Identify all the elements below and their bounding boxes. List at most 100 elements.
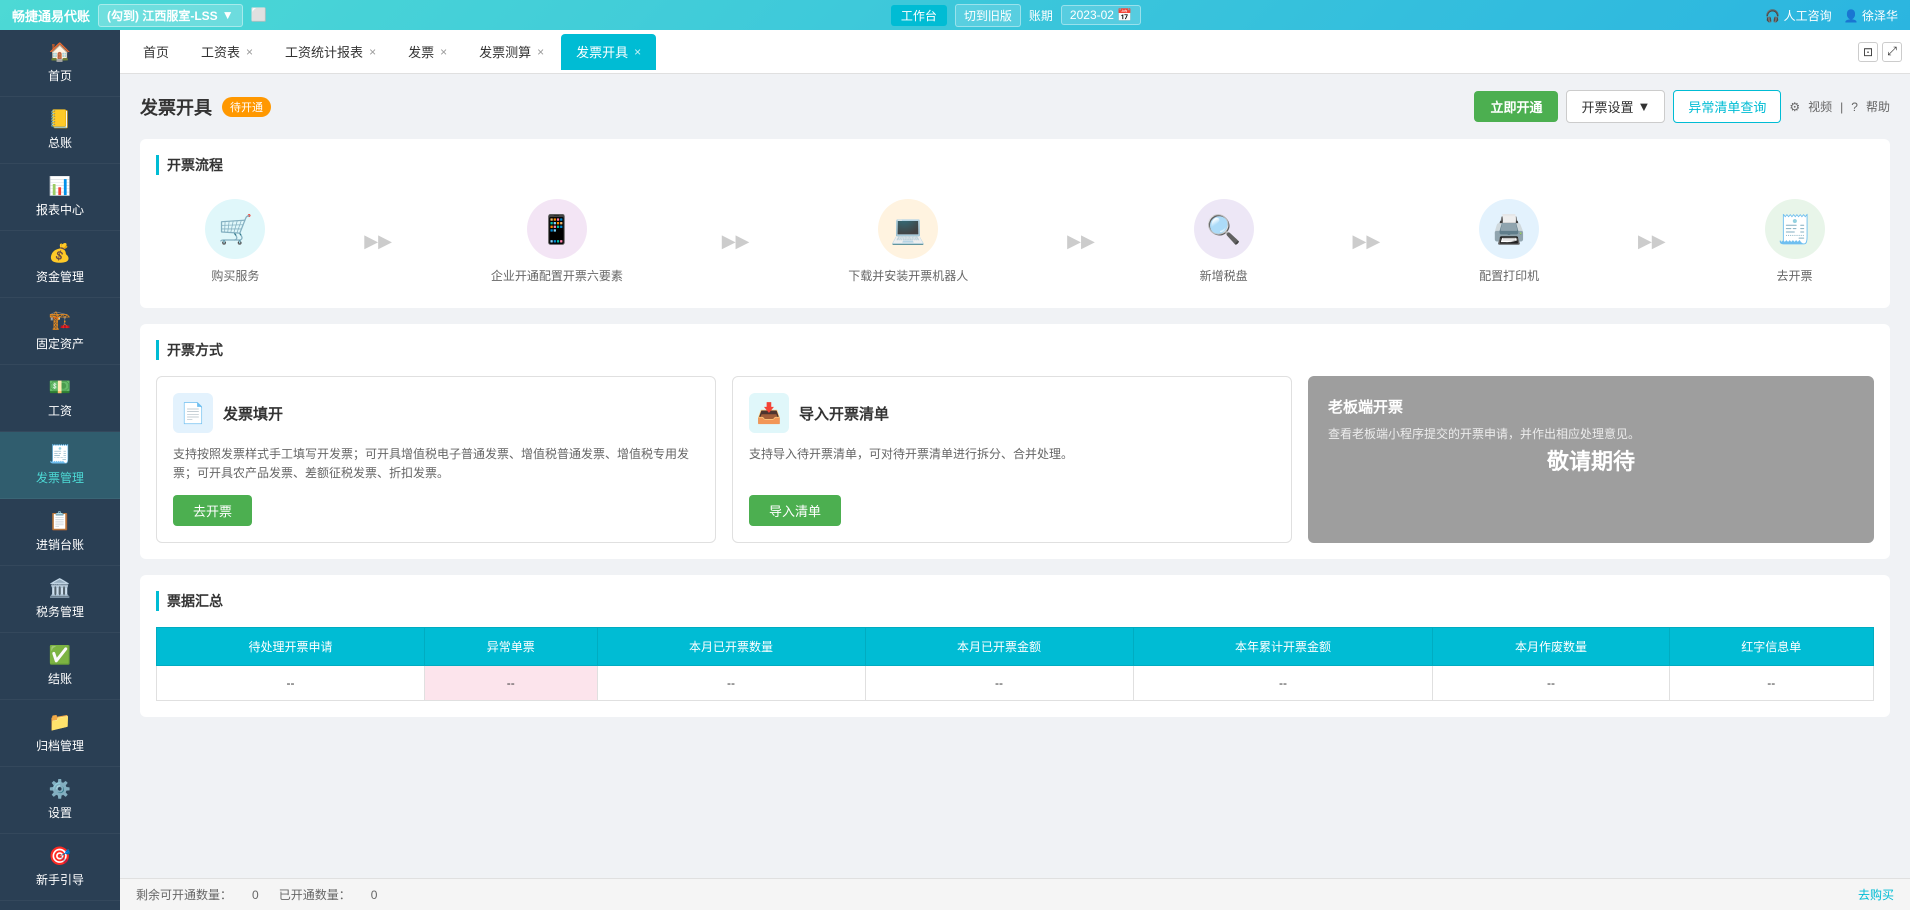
sidebar-item-member[interactable]: 👑 畅会员 [0, 901, 120, 910]
ledger-icon: 📒 [49, 109, 71, 130]
tab-salary-report[interactable]: 工资统计报表 × [270, 34, 391, 70]
workflow-icon-tax-disk: 🔍 [1194, 199, 1254, 259]
invoice-methods: 📄 发票填开 支持按照发票样式手工填写开发票；可开具增值税电子普通发票、增值税普… [156, 376, 1874, 543]
page-title: 发票开具 [140, 94, 212, 120]
main-layout: 🏠 首页 📒 总账 📊 报表中心 💰 资金管理 🏗️ 固定资产 💵 工资 🧾 发… [0, 30, 1910, 910]
tab-salary-table-close[interactable]: × [246, 45, 253, 59]
workflow-icon-config: 📱 [527, 199, 587, 259]
method-import-button[interactable]: 导入清单 [749, 495, 841, 526]
funds-icon: 💰 [49, 243, 71, 264]
old-platform-card: 老板端开票 查看老板端小程序提交的开票申请，并作出相应处理意见。 敬请期待 [1308, 376, 1874, 543]
method-fill-icon: 📄 [173, 393, 213, 433]
sidebar-item-reports[interactable]: 📊 报表中心 [0, 164, 120, 231]
stats-value-void-count: -- [1433, 666, 1669, 701]
sidebar-label-tax: 税务管理 [36, 603, 84, 620]
period-button[interactable]: 2023-02 📅 [1061, 5, 1141, 25]
tab-invoice-calc-close[interactable]: × [537, 45, 544, 59]
method-import-icon: 📥 [749, 393, 789, 433]
old-platform-desc: 查看老板端小程序提交的开票申请，并作出相应处理意见。 [1328, 425, 1854, 442]
workflow-icon-printer: 🖨️ [1479, 199, 1539, 259]
tab-invoice-calc-label: 发票测算 [479, 42, 531, 61]
tax-icon: 🏛️ [49, 578, 71, 599]
top-bar-center: 工作台 切到旧版 账期 2023-02 📅 [891, 4, 1141, 27]
sidebar: 🏠 首页 📒 总账 📊 报表中心 💰 资金管理 🏗️ 固定资产 💵 工资 🧾 发… [0, 30, 120, 910]
settings-icon: ⚙ [1789, 100, 1800, 114]
expand-button[interactable]: ⤢ [1882, 42, 1902, 62]
workflow-arrow-1: ▶▶ [364, 231, 392, 252]
coming-soon-label: 敬请期待 [1547, 444, 1635, 476]
stats-value-red-info: -- [1669, 666, 1873, 701]
stats-header-month-amount: 本月已开票金额 [865, 628, 1133, 666]
sidebar-item-closing[interactable]: ✅ 结账 [0, 633, 120, 700]
method-fill-desc: 支持按照发票样式手工填写开发票；可开具增值税电子普通发票、增值税普通发票、增值税… [173, 445, 699, 483]
sidebar-label-home: 首页 [48, 67, 72, 84]
restore-button[interactable]: ⊡ [1858, 42, 1878, 62]
method-fill-button[interactable]: 去开票 [173, 495, 252, 526]
app-logo: 畅捷通易代账 [12, 6, 90, 25]
tab-invoice-issue[interactable]: 发票开具 × [561, 34, 656, 70]
sidebar-label-reports: 报表中心 [36, 201, 84, 218]
tab-invoice-close[interactable]: × [440, 45, 447, 59]
calendar-icon: 📅 [1117, 8, 1132, 22]
tab-home[interactable]: 首页 [128, 34, 184, 70]
sidebar-item-ledger[interactable]: 📒 总账 [0, 97, 120, 164]
sidebar-label-invoice: 发票管理 [36, 469, 84, 486]
stats-value-month-count: -- [597, 666, 865, 701]
stats-section-title: 票据汇总 [156, 591, 1874, 611]
sidebar-item-archive[interactable]: 📁 归档管理 [0, 700, 120, 767]
tab-invoice-calc[interactable]: 发票测算 × [464, 34, 559, 70]
tab-salary-report-close[interactable]: × [369, 45, 376, 59]
method-fill-title: 发票填开 [223, 403, 283, 424]
company-selector[interactable]: (勾到) 江西服室-LSS ▼ [98, 4, 243, 27]
open-settings-button[interactable]: 开票设置 ▼ [1566, 90, 1665, 123]
consult-button[interactable]: 🎧 人工咨询 [1765, 7, 1831, 24]
sidebar-label-funds: 资金管理 [36, 268, 84, 285]
workflow-arrow-2: ▶▶ [722, 231, 750, 252]
tab-salary-table[interactable]: 工资表 × [186, 34, 268, 70]
sidebar-item-home[interactable]: 🏠 首页 [0, 30, 120, 97]
sidebar-item-settings[interactable]: ⚙️ 设置 [0, 767, 120, 834]
method-card-import: 📥 导入开票清单 支持导入待开票清单，可对待开票清单进行拆分、合并处理。 导入清… [732, 376, 1292, 543]
workflow-label-download: 下载并安装开票机器人 [848, 267, 968, 284]
workflow-label-issue: 去开票 [1776, 267, 1812, 284]
sidebar-item-fixed-assets[interactable]: 🏗️ 固定资产 [0, 298, 120, 365]
closing-icon: ✅ [49, 645, 71, 666]
workflow-step-tax-disk: 🔍 新增税盘 [1194, 199, 1254, 284]
tab-invoice-issue-close[interactable]: × [634, 45, 641, 59]
workflow-section-title: 开票流程 [156, 155, 1874, 175]
method-fill-header: 📄 发票填开 [173, 393, 699, 433]
stats-header-month-count: 本月已开票数量 [597, 628, 865, 666]
stats-header-year-amount: 本年累计开票金额 [1133, 628, 1433, 666]
sidebar-item-tax[interactable]: 🏛️ 税务管理 [0, 566, 120, 633]
invoice-methods-section: 开票方式 📄 发票填开 支持按照发票样式手工填写开发票；可开具增值税电子普通发票… [140, 324, 1890, 559]
tab-invoice[interactable]: 发票 × [393, 34, 462, 70]
purchase-sales-icon: 📋 [49, 511, 71, 532]
view-label: 视频 [1808, 98, 1832, 115]
salary-icon: 💵 [49, 377, 71, 398]
sidebar-item-purchase-sales[interactable]: 📋 进销台账 [0, 499, 120, 566]
workflow-icon-download: 💻 [878, 199, 938, 259]
old-version-button[interactable]: 切到旧版 [955, 4, 1021, 27]
page-header: 发票开具 待开通 立即开通 开票设置 ▼ 异常清单查询 ⚙ 视频 | ? [140, 90, 1890, 123]
sidebar-item-funds[interactable]: 💰 资金管理 [0, 231, 120, 298]
home-icon: 🏠 [49, 42, 71, 63]
sidebar-item-invoice[interactable]: 🧾 发票管理 [0, 432, 120, 499]
immediate-open-button[interactable]: 立即开通 [1474, 91, 1558, 122]
sidebar-item-guide[interactable]: 🎯 新手引导 [0, 834, 120, 901]
user-button[interactable]: 👤 徐泽华 [1844, 7, 1898, 24]
tab-invoice-label: 发票 [408, 42, 434, 61]
stats-header-row: 待处理开票申请 异常单票 本月已开票数量 本月已开票金额 本年累计开票金额 本月… [157, 628, 1874, 666]
workflow-label-printer: 配置打印机 [1479, 267, 1539, 284]
sidebar-item-salary[interactable]: 💵 工资 [0, 365, 120, 432]
abnormal-query-button[interactable]: 异常清单查询 [1673, 90, 1781, 123]
purchase-link[interactable]: 去购买 [1858, 886, 1894, 903]
stats-value-year-amount: -- [1133, 666, 1433, 701]
stats-header-red-info: 红字信息单 [1669, 628, 1873, 666]
workflow-label-config: 企业开通配置开票六要素 [491, 267, 623, 284]
workspace-button[interactable]: 工作台 [891, 5, 947, 26]
top-bar: 畅捷通易代账 (勾到) 江西服室-LSS ▼ ⬜ 工作台 切到旧版 账期 202… [0, 0, 1910, 30]
method-card-fill: 📄 发票填开 支持按照发票样式手工填写开发票；可开具增值税电子普通发票、增值税普… [156, 376, 716, 543]
stats-table: 待处理开票申请 异常单票 本月已开票数量 本月已开票金额 本年累计开票金额 本月… [156, 627, 1874, 701]
workflow-icon-buy: 🛒 [205, 199, 265, 259]
bottom-bar: 剩余可开通数量： 0 已开通数量： 0 去购买 [120, 878, 1910, 910]
